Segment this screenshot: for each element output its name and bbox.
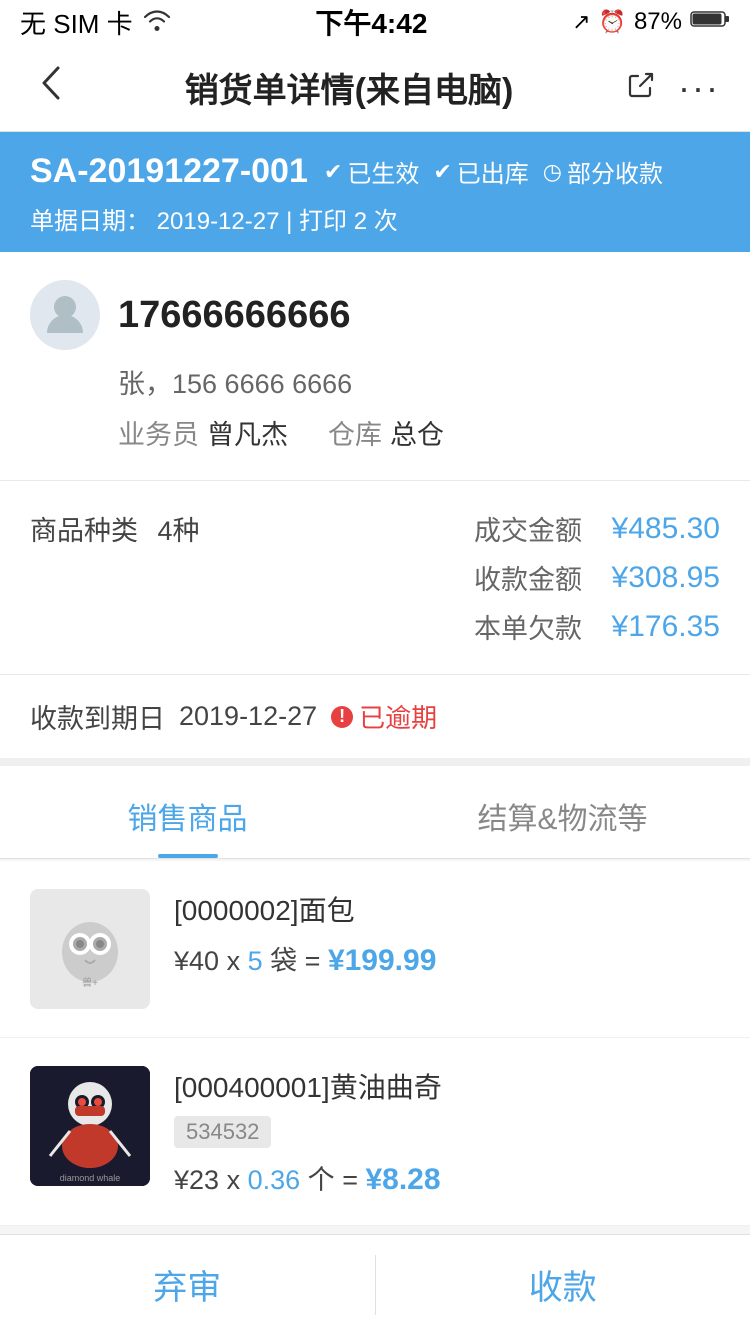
battery-text: 87% (634, 8, 682, 36)
qty-2: 0.36 (248, 1165, 301, 1195)
debt-label: 本单欠款 (474, 607, 582, 646)
stats-left: 商品种类 4种 (30, 509, 200, 548)
product-thumbnail-1: 兽+ (30, 889, 150, 1009)
tabs: 销售商品 结算&物流等 (0, 766, 750, 859)
type-label: 商品种类 (30, 516, 138, 546)
overdue-label: 已逾期 (359, 698, 437, 735)
check-icon-1: ✔ (324, 159, 342, 185)
page-title: 销货单详情(来自电脑) (185, 63, 514, 112)
status-badges: ✔ 已生效 ✔ 已出库 ◷ 部分收款 (324, 154, 663, 189)
total-2: ¥8.28 (365, 1163, 440, 1196)
amount-value: ¥485.30 (600, 512, 720, 546)
customer-section: 17666666666 张，156 6666 6666 业务员 曾凡杰 仓库 总… (0, 252, 750, 481)
debt-value: ¥176.35 (600, 610, 720, 644)
due-section: 收款到期日 2019-12-27 ! 已逾期 (0, 675, 750, 766)
location-icon: ↗ (572, 9, 590, 35)
customer-name-phone: 张，156 6666 6666 (118, 362, 720, 401)
banner-date: 单据日期： 2019-12-27 | 打印 2 次 (30, 201, 720, 236)
received-value: ¥308.95 (600, 561, 720, 595)
product-thumbnail-2: diamond whale (30, 1066, 150, 1186)
collect-button[interactable]: 收款 (376, 1240, 750, 1329)
badge-shipped-label: 已出库 (457, 154, 529, 189)
badge-effective-label: 已生效 (347, 154, 419, 189)
nav-actions: ··· (626, 67, 720, 109)
badge-partial-label: 部分收款 (567, 154, 663, 189)
status-indicators: ↗ ⏰ 87% (572, 8, 730, 36)
order-id: SA-20191227-001 (30, 152, 308, 191)
nav-bar: 销货单详情(来自电脑) ··· (0, 44, 750, 132)
unit-2: 个 (308, 1165, 335, 1195)
amount-row: 成交金额 ¥485.30 (474, 509, 720, 548)
status-time: 下午4:42 (315, 2, 427, 42)
product-price-2: ¥23 x 0.36 个 = ¥8.28 (174, 1158, 720, 1197)
product-info-2: [000400001]黄油曲奇 534532 ¥23 x 0.36 个 = ¥8… (174, 1066, 720, 1197)
share-icon[interactable] (626, 68, 658, 108)
badge-effective: ✔ 已生效 (324, 154, 419, 189)
amount-label: 成交金额 (474, 509, 582, 548)
product-name-2: [000400001]黄油曲奇 (174, 1066, 720, 1106)
sales-rep-value: 曾凡杰 (207, 413, 288, 452)
product-name-1: [0000002]面包 (174, 889, 720, 929)
warehouse-label: 仓库 (328, 413, 382, 452)
due-date: 2019-12-27 (179, 701, 317, 732)
stats-right: 成交金额 ¥485.30 收款金额 ¥308.95 本单欠款 ¥176.35 (474, 509, 720, 646)
warehouse-value: 总仓 (390, 413, 444, 452)
avatar (30, 280, 100, 350)
tab-settlement-label: 结算&物流等 (477, 803, 647, 836)
back-button[interactable] (30, 54, 72, 121)
banner-top-row: SA-20191227-001 ✔ 已生效 ✔ 已出库 ◷ 部分收款 (30, 152, 720, 191)
received-row: 收款金额 ¥308.95 (474, 558, 720, 597)
carrier-text: 无 SIM 卡 (20, 4, 133, 41)
overdue-icon: ! (331, 706, 353, 728)
tab-products-label: 销售商品 (128, 803, 248, 836)
unit-price-1: ¥40 (174, 946, 219, 976)
battery-icon (690, 8, 730, 36)
wifi-icon (143, 7, 171, 38)
header-banner: SA-20191227-001 ✔ 已生效 ✔ 已出库 ◷ 部分收款 单据日期：… (0, 132, 750, 252)
print-count: 2 (354, 208, 367, 235)
product-info-1: [0000002]面包 ¥40 x 5 袋 = ¥199.99 (174, 889, 720, 978)
customer-main-row: 17666666666 (30, 280, 720, 350)
badge-shipped: ✔ 已出库 (433, 154, 528, 189)
svg-text:兽+: 兽+ (82, 976, 98, 989)
bottom-bar: 弃审 收款 (0, 1234, 750, 1334)
check-icon-2: ✔ (433, 159, 451, 185)
print-suffix: 次 (374, 208, 398, 235)
product-price-1: ¥40 x 5 袋 = ¥199.99 (174, 939, 720, 978)
customer-id: 17666666666 (118, 294, 350, 337)
print-label: | 打印 (286, 208, 347, 235)
date-label: 单据日期： (30, 208, 150, 235)
received-label: 收款金额 (474, 558, 582, 597)
more-icon[interactable]: ··· (678, 67, 720, 109)
total-1: ¥199.99 (328, 944, 436, 977)
stats-section: 商品种类 4种 成交金额 ¥485.30 收款金额 ¥308.95 本单欠款 ¥… (0, 481, 750, 675)
badge-partial: ◷ 部分收款 (543, 154, 663, 189)
cancel-review-button[interactable]: 弃审 (0, 1240, 375, 1329)
unit-price-2: ¥23 (174, 1165, 219, 1195)
product-tag-2: 534532 (174, 1116, 271, 1148)
status-bar: 无 SIM 卡 下午4:42 ↗ ⏰ 87% (0, 0, 750, 44)
debt-row: 本单欠款 ¥176.35 (474, 607, 720, 646)
qty-1: 5 (248, 946, 263, 976)
due-label: 收款到期日 (30, 697, 165, 736)
product-list: 兽+ [0000002]面包 ¥40 x 5 袋 = ¥199.99 (0, 861, 750, 1226)
status-carrier: 无 SIM 卡 (20, 4, 171, 41)
product-item: 兽+ [0000002]面包 ¥40 x 5 袋 = ¥199.99 (0, 861, 750, 1038)
type-count: 4种 (158, 516, 200, 546)
customer-meta: 业务员 曾凡杰 仓库 总仓 (118, 413, 720, 452)
alarm-icon: ⏰ (599, 9, 626, 35)
clock-icon: ◷ (543, 159, 562, 185)
sales-rep-label: 业务员 (118, 413, 199, 452)
tab-products[interactable]: 销售商品 (0, 766, 375, 858)
svg-text:diamond whale: diamond whale (60, 1173, 121, 1183)
overdue-badge: ! 已逾期 (331, 698, 437, 735)
unit-1: 袋 (270, 946, 297, 976)
product-item-2: diamond whale [000400001]黄油曲奇 534532 ¥23… (0, 1038, 750, 1226)
tab-settlement[interactable]: 结算&物流等 (375, 766, 750, 858)
order-date: 2019-12-27 (157, 208, 280, 235)
